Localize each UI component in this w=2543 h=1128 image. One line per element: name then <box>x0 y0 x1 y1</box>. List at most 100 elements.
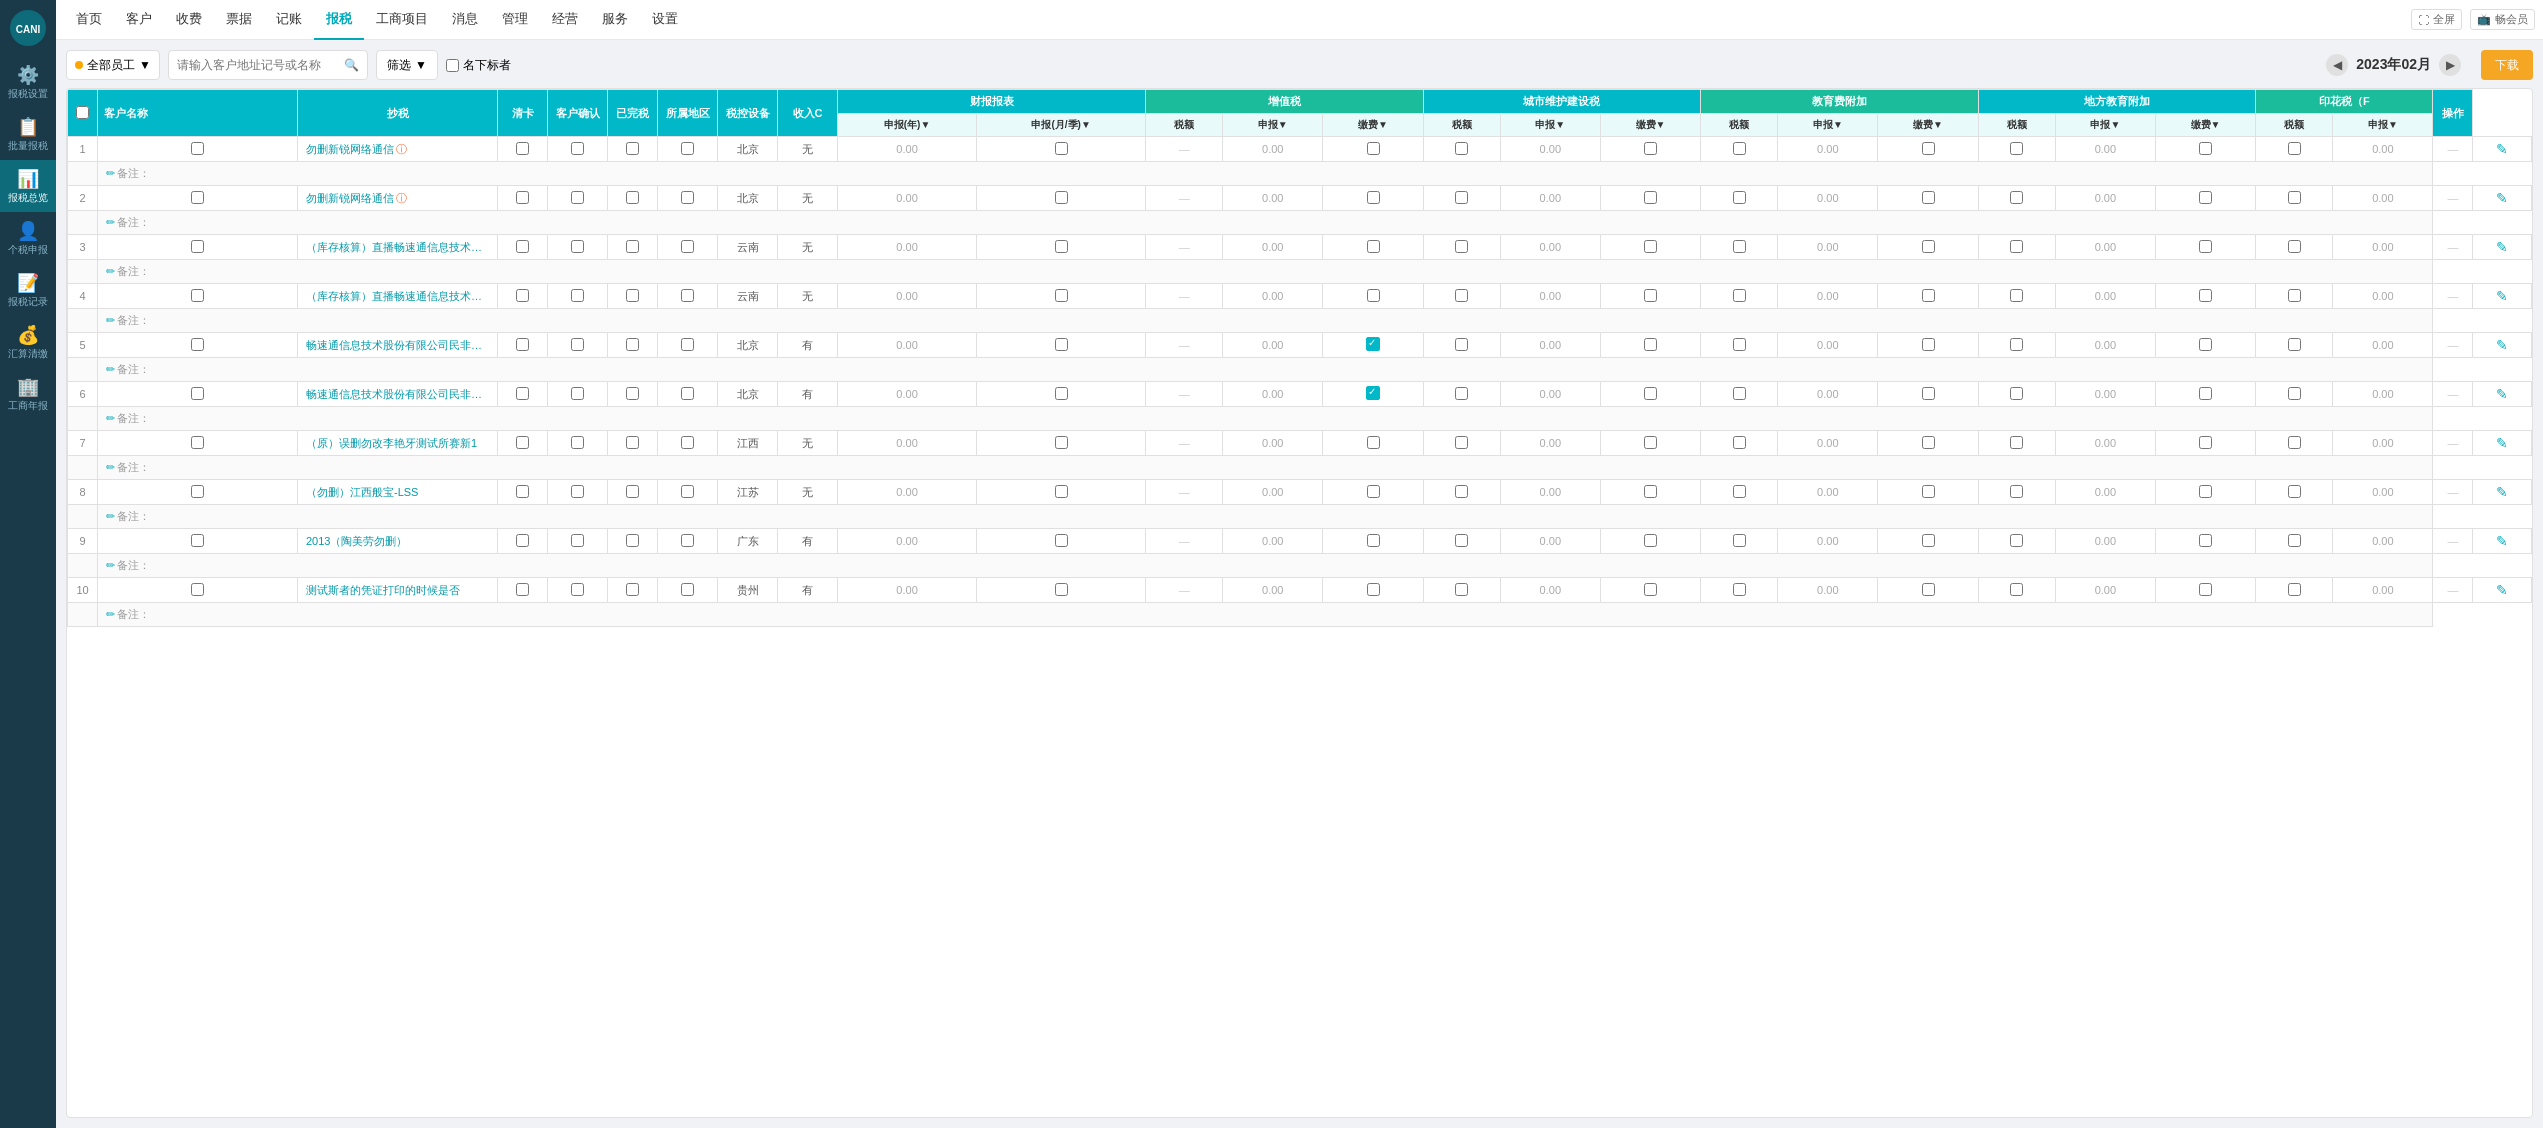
next-month-btn[interactable]: ▶ <box>2439 54 2461 76</box>
group-checkbox[interactable] <box>1644 338 1657 351</box>
chaoshui-checkbox[interactable] <box>516 387 529 400</box>
group-checkbox[interactable] <box>1367 583 1380 596</box>
nav-item-accounting[interactable]: 记账 <box>264 0 314 40</box>
confirm-checkbox[interactable] <box>626 240 639 253</box>
group-checkbox[interactable] <box>1055 191 1068 204</box>
group-checkbox[interactable] <box>1733 436 1746 449</box>
group-checkbox[interactable] <box>1644 583 1657 596</box>
th-defang-jiao[interactable]: 缴费▼ <box>2155 114 2255 137</box>
nav-item-customer[interactable]: 客户 <box>114 0 164 40</box>
group-checkbox[interactable] <box>2010 338 2023 351</box>
th-zengjie-shen[interactable]: 申报▼ <box>1223 114 1323 137</box>
group-checkbox[interactable] <box>1922 534 1935 547</box>
group-checkbox[interactable] <box>1644 240 1657 253</box>
prev-month-btn[interactable]: ◀ <box>2326 54 2348 76</box>
group-checkbox[interactable] <box>1455 583 1468 596</box>
sidebar-item-gongshangnianabao[interactable]: 🏢 工商年报 <box>0 368 56 420</box>
customer-name-cell[interactable]: （勿删）江西般宝-LSS <box>298 480 498 505</box>
name-tag-checkbox[interactable] <box>446 59 459 72</box>
group-checkbox[interactable] <box>1055 338 1068 351</box>
group-checkbox[interactable] <box>2010 436 2023 449</box>
group-checkbox[interactable] <box>1055 387 1068 400</box>
group-checkbox[interactable] <box>1733 338 1746 351</box>
th-caibao-month[interactable]: 申报(月/季)▼ <box>977 114 1146 137</box>
group-checkbox[interactable] <box>2288 240 2301 253</box>
name-tag-checkbox-label[interactable]: 名下标者 <box>446 57 511 74</box>
group-checkbox[interactable] <box>1922 240 1935 253</box>
group-checkbox[interactable] <box>2010 191 2023 204</box>
nav-item-manage[interactable]: 管理 <box>490 0 540 40</box>
employee-filter-select[interactable]: 全部员工 ▼ <box>66 50 160 80</box>
qingka-checkbox[interactable] <box>571 534 584 547</box>
group-checkbox[interactable] <box>1922 387 1935 400</box>
th-yinhua-shen[interactable]: 申报▼ <box>2333 114 2433 137</box>
select-all-checkbox[interactable] <box>76 106 89 119</box>
qingka-checkbox[interactable] <box>571 191 584 204</box>
group-checkbox[interactable] <box>2199 289 2212 302</box>
group-checkbox[interactable] <box>1733 583 1746 596</box>
group-checkbox[interactable] <box>1644 485 1657 498</box>
group-checkbox[interactable] <box>1644 387 1657 400</box>
chaoshui-checkbox[interactable] <box>516 485 529 498</box>
nav-item-message[interactable]: 消息 <box>440 0 490 40</box>
edit-icon[interactable]: ✎ <box>2496 239 2508 255</box>
group-checkbox[interactable] <box>2010 534 2023 547</box>
search-input[interactable] <box>177 58 344 72</box>
paid-checkbox[interactable] <box>681 142 694 155</box>
edit-icon[interactable]: ✎ <box>2496 337 2508 353</box>
nav-item-charge[interactable]: 收费 <box>164 0 214 40</box>
customer-name-cell[interactable]: 勿删新锐网络通信ⓘ <box>298 137 498 162</box>
th-defang-shen[interactable]: 申报▼ <box>2055 114 2155 137</box>
customer-name-cell[interactable]: 畅速通信息技术股份有限公司民非测试ⓘ <box>298 333 498 358</box>
edit-icon[interactable]: ✎ <box>2496 386 2508 402</box>
paid-checkbox[interactable] <box>681 338 694 351</box>
group-checkbox[interactable] <box>1644 191 1657 204</box>
group-checkbox[interactable] <box>2010 485 2023 498</box>
group-checkbox[interactable] <box>2010 289 2023 302</box>
sidebar-item-huisuan[interactable]: 💰 汇算清缴 <box>0 316 56 368</box>
group-checkbox[interactable] <box>2199 485 2212 498</box>
group-checkbox[interactable] <box>2199 338 2212 351</box>
fullscreen-btn[interactable]: ⛶ 全屏 <box>2411 9 2462 30</box>
group-checkbox[interactable] <box>1455 289 1468 302</box>
qingka-checkbox[interactable] <box>571 436 584 449</box>
group-checkbox[interactable] <box>2199 240 2212 253</box>
group-checkbox[interactable] <box>1055 289 1068 302</box>
row-checkbox[interactable] <box>191 387 204 400</box>
group-checkbox[interactable] <box>1922 191 1935 204</box>
qingka-checkbox[interactable] <box>571 142 584 155</box>
nav-item-tax[interactable]: 报税 <box>314 0 364 40</box>
group-checkbox[interactable] <box>2199 191 2212 204</box>
group-checkbox[interactable] <box>1644 142 1657 155</box>
edit-icon[interactable]: ✎ <box>2496 484 2508 500</box>
group-checkbox[interactable] <box>2199 436 2212 449</box>
confirm-checkbox[interactable] <box>626 142 639 155</box>
row-checkbox[interactable] <box>191 534 204 547</box>
member-btn[interactable]: 📺 畅会员 <box>2470 9 2535 30</box>
edit-icon[interactable]: ✎ <box>2496 435 2508 451</box>
th-jiaoyu-shen[interactable]: 申报▼ <box>1778 114 1878 137</box>
th-zengjie-jiao[interactable]: 缴费▼ <box>1323 114 1423 137</box>
edit-icon[interactable]: ✎ <box>2496 533 2508 549</box>
group-checkbox[interactable] <box>2199 534 2212 547</box>
nav-item-home[interactable]: 首页 <box>64 0 114 40</box>
group-checkbox[interactable] <box>1055 240 1068 253</box>
confirm-checkbox[interactable] <box>626 387 639 400</box>
sidebar-item-zonglang[interactable]: 📊 报税总览 <box>0 160 56 212</box>
group-checkbox[interactable] <box>1922 142 1935 155</box>
row-checkbox[interactable] <box>191 191 204 204</box>
group-checkbox[interactable] <box>1455 240 1468 253</box>
group-checkbox[interactable] <box>2288 142 2301 155</box>
group-checkbox[interactable] <box>1455 436 1468 449</box>
confirm-checkbox[interactable] <box>626 289 639 302</box>
th-chengshi-shen[interactable]: 申报▼ <box>1500 114 1600 137</box>
group-checkbox[interactable] <box>2010 142 2023 155</box>
nav-item-settings[interactable]: 设置 <box>640 0 690 40</box>
sidebar-item-geshui[interactable]: 👤 个税申报 <box>0 212 56 264</box>
group-checkbox[interactable] <box>1455 387 1468 400</box>
group-checkbox[interactable] <box>1055 534 1068 547</box>
customer-name-cell[interactable]: 勿删新锐网络通信ⓘ <box>298 186 498 211</box>
qingka-checkbox[interactable] <box>571 583 584 596</box>
paid-checkbox[interactable] <box>681 485 694 498</box>
group-checkbox[interactable] <box>1733 387 1746 400</box>
